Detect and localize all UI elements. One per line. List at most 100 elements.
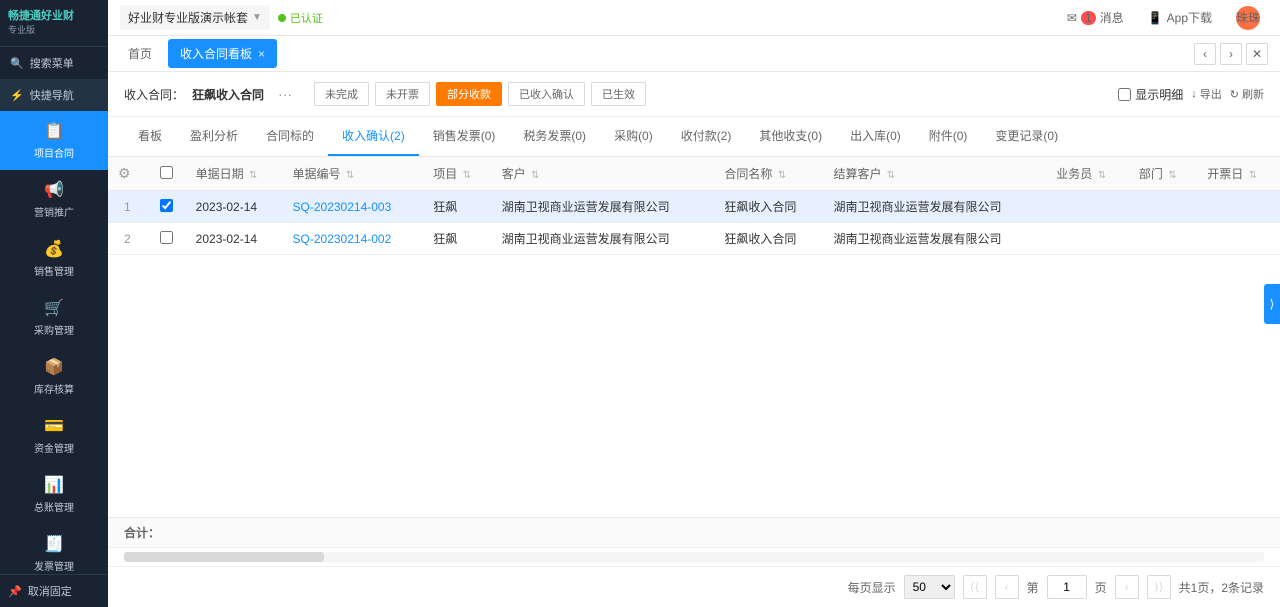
quick-nav-icon: ⚡	[10, 89, 24, 102]
row-checkbox[interactable]	[160, 231, 173, 244]
sidebar-item-inventory[interactable]: 📦 库存核算	[0, 347, 108, 406]
table-row[interactable]: 1 2023-02-14 SQ-20230214-003 狂飙 湖南卫视商业运营…	[108, 191, 1280, 223]
sidebar-item-purchase[interactable]: 🛒 采购管理	[0, 288, 108, 347]
sort-dept-icon: ⇅	[1168, 170, 1176, 181]
sidebar-search[interactable]: 🔍 搜索菜单	[0, 47, 108, 79]
col-contract-name[interactable]: 合同名称 ⇅	[714, 157, 823, 191]
col-number[interactable]: 单据编号 ⇅	[283, 157, 424, 191]
status-confirmed[interactable]: 已收入确认	[508, 82, 585, 106]
show-detail-input[interactable]	[1118, 88, 1131, 101]
tab-sales-invoice[interactable]: 销售发票(0)	[419, 117, 510, 156]
funds-icon: 💳	[44, 416, 64, 436]
refresh-button[interactable]: ↻ 刷新	[1230, 86, 1264, 102]
refresh-label: 刷新	[1242, 86, 1264, 102]
scrollbar-thumb[interactable]	[124, 552, 324, 562]
sidebar-quick-nav[interactable]: ⚡ 快捷导航	[0, 79, 108, 111]
sort-customer-icon: ⇅	[531, 170, 539, 181]
tab-kanban[interactable]: 看板	[124, 117, 176, 156]
tab-contract-subject[interactable]: 合同标的	[252, 117, 328, 156]
tab-prev-button[interactable]: ‹	[1194, 43, 1216, 65]
tab-payment[interactable]: 收付款(2)	[667, 117, 746, 156]
pagination-next-button[interactable]: ›	[1115, 575, 1139, 599]
sort-invoice-date-icon: ⇅	[1249, 170, 1257, 181]
message-action[interactable]: ✉ 1 消息	[1059, 5, 1132, 30]
row-number-link[interactable]: SQ-20230214-002	[293, 232, 392, 246]
status-incomplete[interactable]: 未完成	[314, 82, 369, 106]
project-contract-icon: 📋	[44, 121, 64, 141]
col-settlement-customer[interactable]: 结算客户 ⇅	[823, 157, 1046, 191]
row-settlement-customer: 湖南卫视商业运营发展有限公司	[823, 223, 1046, 255]
column-settings-icon[interactable]: ⚙	[118, 165, 131, 181]
sort-number-icon: ⇅	[346, 170, 354, 181]
inventory-icon: 📦	[44, 357, 64, 377]
total-label: 合计：	[124, 524, 160, 541]
home-tab[interactable]: 首页	[120, 45, 160, 62]
col-invoice-date[interactable]: 开票日 ⇅	[1197, 157, 1280, 191]
pagination-first-button[interactable]: ⟨⟨	[963, 575, 987, 599]
tab-close-all-button[interactable]: ✕	[1246, 43, 1268, 65]
row-number: SQ-20230214-002	[283, 223, 424, 255]
horizontal-scrollbar[interactable]	[108, 547, 1280, 566]
tab-next-button[interactable]: ›	[1220, 43, 1242, 65]
sidebar-search-label: 搜索菜单	[30, 55, 74, 71]
tab-revenue-recognition[interactable]: 收入确认(2)	[328, 117, 419, 156]
tab-purchase[interactable]: 采购(0)	[600, 117, 667, 156]
col-date[interactable]: 单据日期 ⇅	[186, 157, 283, 191]
pagination-prev-button[interactable]: ‹	[995, 575, 1019, 599]
row-sales-person	[1046, 223, 1129, 255]
sidebar-item-general-ledger[interactable]: 📊 总账管理	[0, 465, 108, 524]
status-effective[interactable]: 已生效	[591, 82, 646, 106]
col-settings[interactable]: ⚙	[108, 157, 147, 191]
status-uninvoiced[interactable]: 未开票	[375, 82, 430, 106]
more-options-button[interactable]: ···	[272, 84, 298, 104]
avatar: 珠珠	[1236, 6, 1260, 30]
unpin-icon: 📌	[8, 585, 22, 598]
pagination: 每页显示 50 100 ⟨⟨ ‹ 第 页 › ⟩⟩ 共1页，2条记录	[108, 566, 1280, 607]
invoice-icon: 🧾	[44, 534, 64, 554]
pagination-page-unit: 页	[1095, 579, 1107, 596]
per-page-select[interactable]: 50 100	[904, 575, 955, 599]
col-project[interactable]: 项目 ⇅	[423, 157, 491, 191]
show-detail-checkbox[interactable]: 显示明细	[1118, 86, 1183, 103]
sidebar-item-label: 采购管理	[34, 322, 74, 337]
app-download-action[interactable]: 📱 App下载	[1140, 5, 1220, 30]
sidebar-item-funds[interactable]: 💳 资金管理	[0, 406, 108, 465]
verified-status: 已认证	[278, 10, 323, 26]
col-invoice-date-label: 开票日	[1207, 167, 1243, 181]
col-customer[interactable]: 客户 ⇅	[492, 157, 715, 191]
active-tab[interactable]: 收入合同看板 ×	[168, 39, 277, 68]
tab-tax-invoice[interactable]: 税务发票(0)	[509, 117, 600, 156]
tab-attachments[interactable]: 附件(0)	[915, 117, 982, 156]
select-all-checkbox[interactable]	[160, 166, 173, 179]
sidebar-bottom-label: 取消固定	[28, 583, 72, 599]
sidebar-item-sales[interactable]: 💰 销售管理	[0, 229, 108, 288]
company-selector[interactable]: 好业财专业版演示帐套 ▼	[120, 5, 270, 30]
notification-badge: 1	[1081, 11, 1096, 25]
sidebar-item-invoice[interactable]: 🧾 发票管理	[0, 524, 108, 574]
right-panel-toggle[interactable]: ⟩	[1264, 284, 1280, 324]
tab-other-income[interactable]: 其他收支(0)	[745, 117, 836, 156]
pagination-last-button[interactable]: ⟩⟩	[1147, 575, 1171, 599]
tab-profit-analysis[interactable]: 盈利分析	[176, 117, 252, 156]
sidebar-item-project-contract[interactable]: 📋 项目合同	[0, 111, 108, 170]
row-number-link[interactable]: SQ-20230214-003	[293, 200, 392, 214]
sidebar-item-marketing[interactable]: 📢 营销推广	[0, 170, 108, 229]
tab-change-log[interactable]: 变更记录(0)	[981, 117, 1072, 156]
general-ledger-icon: 📊	[44, 475, 64, 495]
col-sales-person[interactable]: 业务员 ⇅	[1046, 157, 1129, 191]
user-profile[interactable]: 珠珠	[1228, 2, 1268, 34]
pagination-page-input[interactable]	[1047, 575, 1087, 599]
per-page-label: 每页显示	[848, 579, 896, 596]
verified-dot	[278, 14, 286, 22]
table-row[interactable]: 2 2023-02-14 SQ-20230214-002 狂飙 湖南卫视商业运营…	[108, 223, 1280, 255]
col-settlement-label: 结算客户	[833, 167, 881, 181]
export-button[interactable]: ↓ 导出	[1191, 86, 1222, 102]
sidebar-bottom-action[interactable]: 📌 取消固定	[0, 574, 108, 607]
tab-warehouse[interactable]: 出入库(0)	[836, 117, 915, 156]
close-tab-button[interactable]: ×	[258, 47, 265, 61]
row-checkbox-cell	[147, 191, 186, 223]
status-partial-payment[interactable]: 部分收款	[436, 82, 502, 106]
row-checkbox[interactable]	[160, 199, 173, 212]
refresh-icon: ↻	[1230, 88, 1239, 101]
col-department[interactable]: 部门 ⇅	[1129, 157, 1197, 191]
